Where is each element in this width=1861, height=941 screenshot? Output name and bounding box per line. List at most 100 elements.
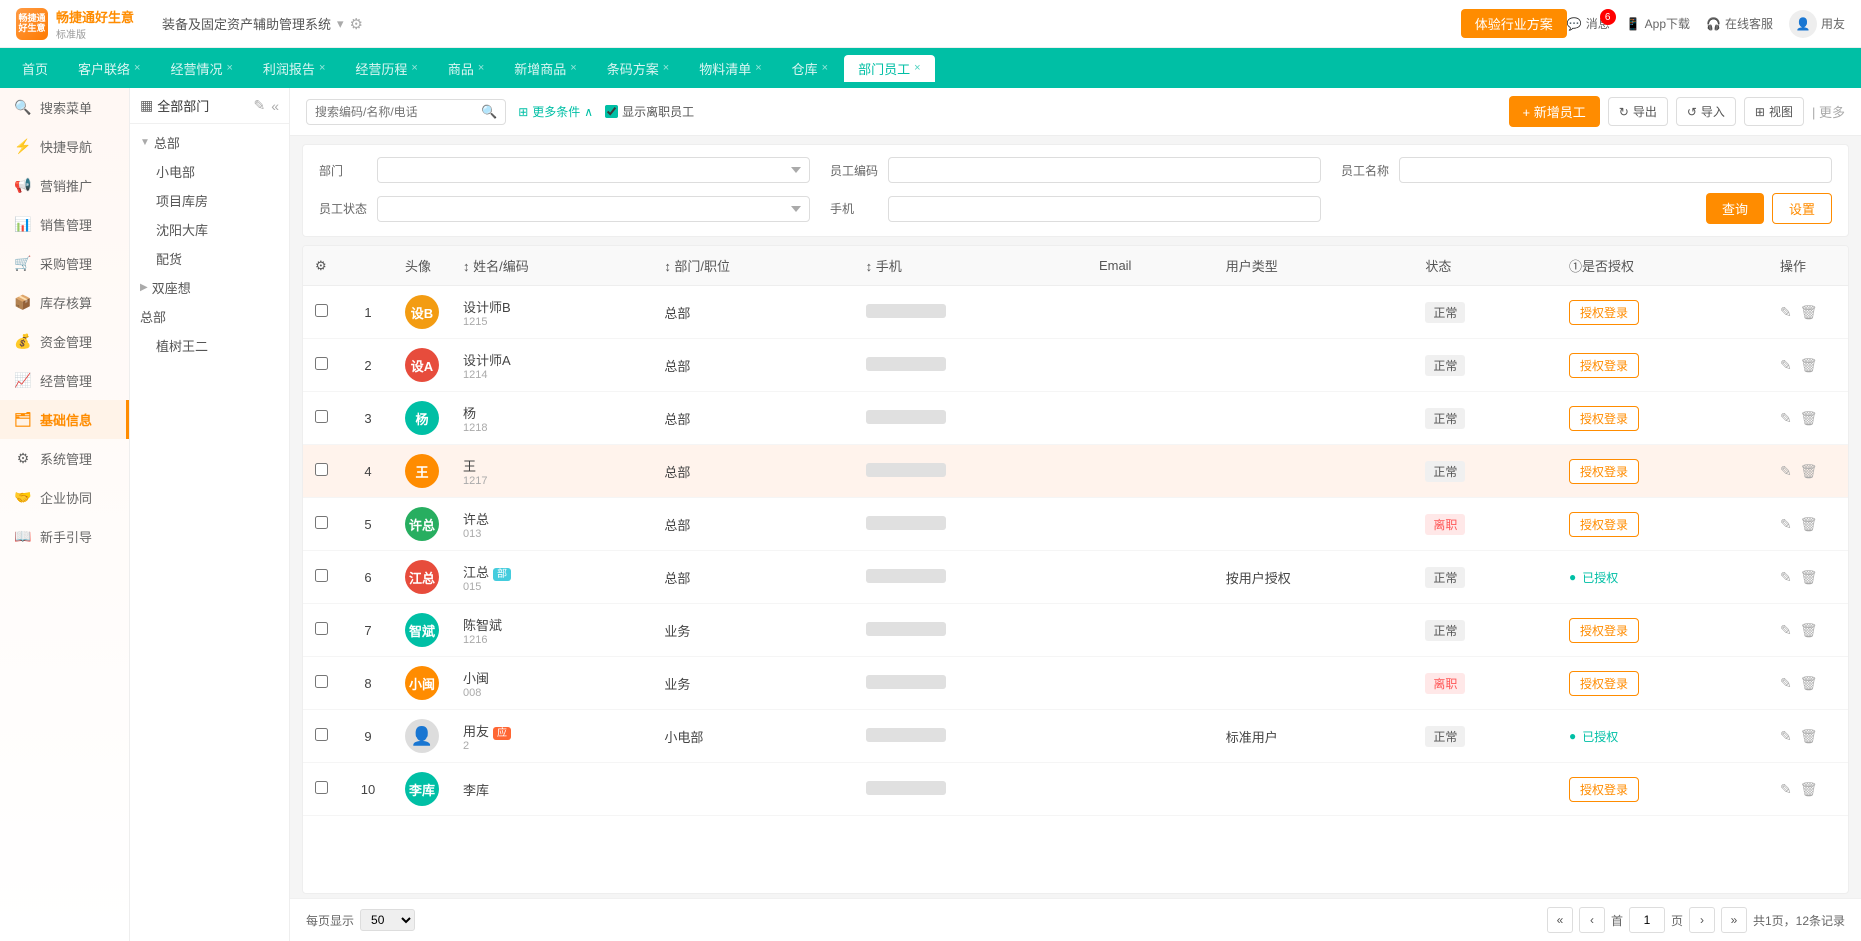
row-checkbox[interactable] xyxy=(315,463,328,476)
auth-button[interactable]: 授权登录 xyxy=(1569,300,1639,325)
settings-icon[interactable]: ⚙ xyxy=(350,15,363,33)
auth-button[interactable]: 授权登录 xyxy=(1569,512,1639,537)
col-settings[interactable]: ⚙ xyxy=(303,246,343,286)
row-checkbox[interactable] xyxy=(315,622,328,635)
sidebar-item-cooperation[interactable]: 🤝 企业协同 xyxy=(0,478,129,517)
import-button[interactable]: ↺ 导入 xyxy=(1676,97,1736,126)
delete-button[interactable]: 🗑 xyxy=(1800,622,1818,639)
delete-button[interactable]: 🗑 xyxy=(1800,463,1818,480)
row-checkbox[interactable] xyxy=(315,304,328,317)
edit-button[interactable]: ✎ xyxy=(1780,622,1792,639)
row-checkbox[interactable] xyxy=(315,516,328,529)
page-number-input[interactable] xyxy=(1629,907,1665,933)
delete-button[interactable]: 🗑 xyxy=(1800,728,1818,745)
query-button[interactable]: 查询 xyxy=(1706,193,1764,224)
page-size-select[interactable]: 50 20 100 xyxy=(360,909,415,931)
edit-button[interactable]: ✎ xyxy=(1780,569,1792,586)
sidebar-item-finance[interactable]: 💰 资金管理 xyxy=(0,322,129,361)
sidebar-item-guide[interactable]: 📖 新手引导 xyxy=(0,517,129,556)
row-checkbox[interactable] xyxy=(315,569,328,582)
sidebar-item-inventory[interactable]: 📦 库存核算 xyxy=(0,283,129,322)
last-page-button[interactable]: » xyxy=(1721,907,1747,933)
show-resigned-checkbox[interactable]: 显示离职员工 xyxy=(605,103,694,120)
sidebar-item-purchase[interactable]: 🛒 采购管理 xyxy=(0,244,129,283)
tab-home[interactable]: 首页 xyxy=(8,55,62,82)
sidebar-item-system[interactable]: ⚙ 系统管理 xyxy=(0,439,129,478)
tab-business-history[interactable]: 经营历程 × xyxy=(341,55,431,82)
edit-button[interactable]: ✎ xyxy=(1780,675,1792,692)
more-actions-btn[interactable]: | 更多 xyxy=(1812,102,1845,121)
edit-button[interactable]: ✎ xyxy=(1780,516,1792,533)
add-employee-button[interactable]: + 新增员工 xyxy=(1509,96,1600,127)
row-checkbox[interactable] xyxy=(315,675,328,688)
auth-button[interactable]: 授权登录 xyxy=(1569,459,1639,484)
first-page-button[interactable]: « xyxy=(1547,907,1573,933)
dept-edit-icon[interactable]: ✎ xyxy=(253,97,265,114)
tab-business-status[interactable]: 经营情况 × xyxy=(156,55,246,82)
tab-goods[interactable]: 商品 × xyxy=(434,55,498,82)
sidebar-item-operation[interactable]: 📈 经营管理 xyxy=(0,361,129,400)
search-icon[interactable]: 🔍 xyxy=(481,104,497,120)
app-download-button[interactable]: 📱 App下载 xyxy=(1626,15,1690,32)
phone-filter-input[interactable] xyxy=(888,196,1321,222)
row-checkbox[interactable] xyxy=(315,728,328,741)
status-filter-select[interactable] xyxy=(377,196,810,222)
edit-button[interactable]: ✎ xyxy=(1780,781,1792,798)
dept-node-delivery[interactable]: 配货 xyxy=(130,244,289,273)
search-input[interactable] xyxy=(315,105,475,119)
dept-node-shuangzuo[interactable]: ▶ 双座想 xyxy=(130,273,289,302)
auth-button[interactable]: 授权登录 xyxy=(1569,671,1639,696)
sidebar-item-sales[interactable]: 📊 销售管理 xyxy=(0,205,129,244)
edit-button[interactable]: ✎ xyxy=(1780,410,1792,427)
dept-collapse-icon[interactable]: « xyxy=(271,98,279,114)
auth-button[interactable]: 授权登录 xyxy=(1569,353,1639,378)
dept-node-head[interactable]: 总部 xyxy=(130,302,289,331)
delete-button[interactable]: 🗑 xyxy=(1800,516,1818,533)
dept-node-zhishu[interactable]: 植树王二 xyxy=(130,331,289,360)
col-phone[interactable]: ↕ 手机 xyxy=(854,246,1087,286)
dept-filter-select[interactable] xyxy=(377,157,810,183)
tab-profit-report[interactable]: 利润报告 × xyxy=(249,55,339,82)
message-button[interactable]: 💬 消息 6 xyxy=(1567,15,1610,32)
delete-button[interactable]: 🗑 xyxy=(1800,357,1818,374)
set-button[interactable]: 设置 xyxy=(1772,193,1832,224)
tab-bom[interactable]: 物料清单 × xyxy=(685,55,775,82)
auth-button[interactable]: 授权登录 xyxy=(1569,777,1639,802)
dept-node-general[interactable]: ▼ 总部 xyxy=(130,128,289,157)
online-service-button[interactable]: 🎧 在线客服 xyxy=(1706,15,1773,32)
sidebar-item-shortcut[interactable]: ⚡ 快捷导航 xyxy=(0,127,129,166)
dropdown-icon[interactable]: ▾ xyxy=(337,16,344,32)
sidebar-item-search[interactable]: 🔍 搜索菜单 xyxy=(0,88,129,127)
row-checkbox[interactable] xyxy=(315,410,328,423)
row-checkbox[interactable] xyxy=(315,357,328,370)
edit-button[interactable]: ✎ xyxy=(1780,357,1792,374)
dept-node-xiaodian[interactable]: 小电部 xyxy=(130,157,289,186)
auth-button[interactable]: 授权登录 xyxy=(1569,618,1639,643)
delete-button[interactable]: 🗑 xyxy=(1800,569,1818,586)
delete-button[interactable]: 🗑 xyxy=(1800,675,1818,692)
dept-node-project[interactable]: 项目库房 xyxy=(130,186,289,215)
user-menu[interactable]: 👤 用友 xyxy=(1789,10,1845,38)
tab-warehouse[interactable]: 仓库 × xyxy=(778,55,842,82)
trial-button[interactable]: 体验行业方案 xyxy=(1461,9,1567,38)
delete-button[interactable]: 🗑 xyxy=(1800,781,1818,798)
col-dept[interactable]: ↕ 部门/职位 xyxy=(652,246,853,286)
tab-barcode[interactable]: 条码方案 × xyxy=(593,55,683,82)
auth-button[interactable]: 授权登录 xyxy=(1569,406,1639,431)
emp-name-input[interactable] xyxy=(1399,157,1832,183)
sidebar-item-marketing[interactable]: 📢 营销推广 xyxy=(0,166,129,205)
sidebar-item-base-info[interactable]: 🗂 基础信息 xyxy=(0,400,129,439)
edit-button[interactable]: ✎ xyxy=(1780,728,1792,745)
tab-employees[interactable]: 部门员工 × xyxy=(844,55,934,82)
delete-button[interactable]: 🗑 xyxy=(1800,304,1818,321)
edit-button[interactable]: ✎ xyxy=(1780,304,1792,321)
col-name[interactable]: ↕ 姓名/编码 xyxy=(451,246,652,286)
dept-node-shenyang[interactable]: 沈阳大库 xyxy=(130,215,289,244)
next-page-button[interactable]: › xyxy=(1689,907,1715,933)
view-button[interactable]: ⊞ 视图 xyxy=(1744,97,1804,126)
export-button[interactable]: ↻ 导出 xyxy=(1608,97,1668,126)
more-filters-button[interactable]: ⊞ 更多条件 ∧ xyxy=(518,103,593,120)
tab-customer[interactable]: 客户联络 × xyxy=(64,55,154,82)
prev-page-button[interactable]: ‹ xyxy=(1579,907,1605,933)
delete-button[interactable]: 🗑 xyxy=(1800,410,1818,427)
